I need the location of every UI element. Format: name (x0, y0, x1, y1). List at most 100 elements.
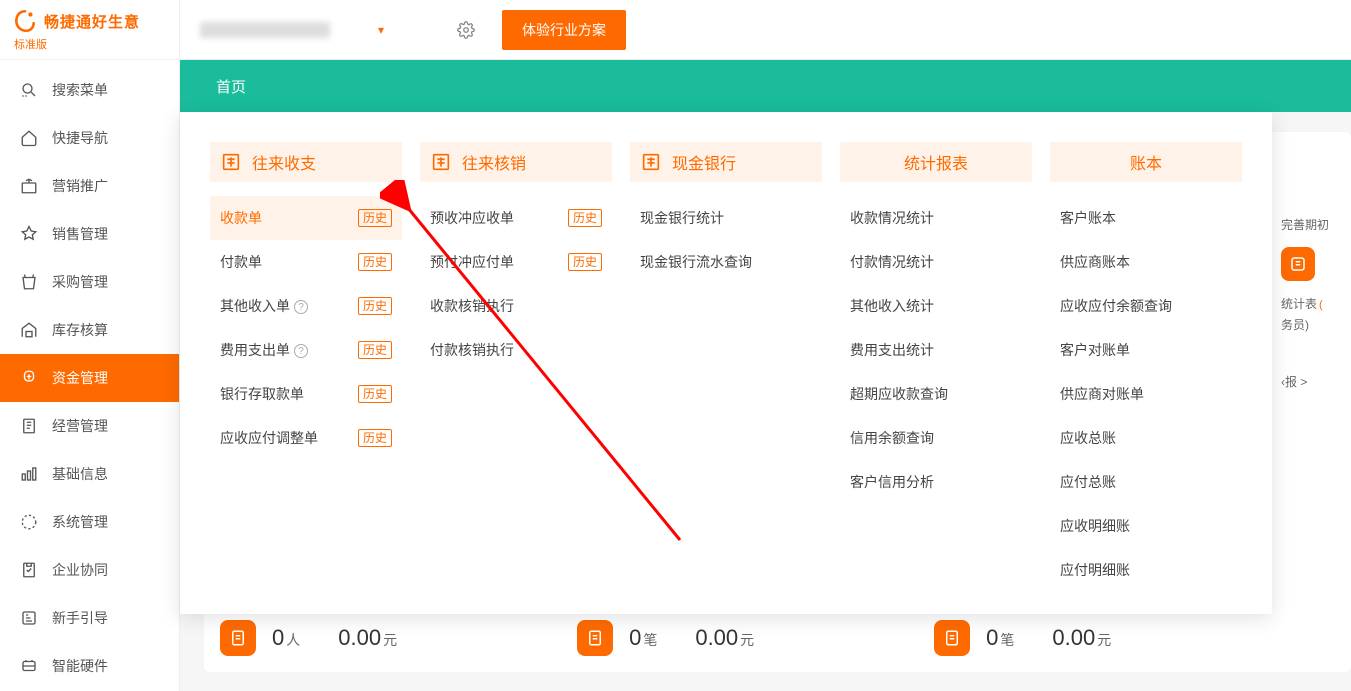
mega-item-4-3[interactable]: 客户对账单 (1050, 328, 1242, 372)
history-tag[interactable]: 历史 (568, 209, 602, 227)
help-icon[interactable]: ? (294, 344, 308, 358)
mega-item-4-7[interactable]: 应收明细账 (1050, 504, 1242, 548)
column-title: 账本 (1130, 150, 1162, 174)
mega-item-label: 应收应付余额查询 (1060, 296, 1172, 316)
mega-item-label: 收款单 (220, 208, 262, 228)
mega-item-4-5[interactable]: 应收总账 (1050, 416, 1242, 460)
right-widget-row3[interactable]: ‹报 > (1281, 373, 1341, 390)
sidebar-item-label: 智能硬件 (52, 656, 108, 676)
sidebar-item-4[interactable]: 采购管理 (0, 258, 179, 306)
mega-item-2-1[interactable]: 现金银行流水查询 (630, 240, 822, 284)
history-tag[interactable]: 历史 (358, 297, 392, 315)
mega-item-4-0[interactable]: 客户账本 (1050, 196, 1242, 240)
history-tag[interactable]: 历史 (358, 209, 392, 227)
mega-item-label: 应付明细账 (1060, 560, 1130, 580)
mega-item-4-6[interactable]: 应付总账 (1050, 460, 1242, 504)
sidebar-item-10[interactable]: 企业协同 (0, 546, 179, 594)
shop-selector[interactable]: ▾ (200, 22, 440, 38)
mega-column-header: 往来核销 (420, 142, 612, 182)
sidebar-item-6[interactable]: 资金管理 (0, 354, 179, 402)
tab-home[interactable]: 首页 (200, 62, 262, 111)
kpi-0: 0人0.00元 (220, 620, 397, 656)
column-header-icon (430, 151, 452, 173)
sidebar-item-5[interactable]: 库存核算 (0, 306, 179, 354)
mega-item-0-4[interactable]: 银行存取款单历史 (210, 372, 402, 416)
column-title: 往来核销 (462, 150, 526, 174)
mega-item-0-1[interactable]: 付款单历史 (210, 240, 402, 284)
sidebar-item-11[interactable]: 新手引导 (0, 594, 179, 642)
sidebar-item-icon (20, 513, 38, 531)
sidebar-item-3[interactable]: 销售管理 (0, 210, 179, 258)
sidebar-item-0[interactable]: 搜索菜单 (0, 66, 179, 114)
sidebar-item-icon (20, 369, 38, 387)
kpi-count: 0 (629, 625, 641, 650)
mega-item-3-5[interactable]: 信用余额查询 (840, 416, 1032, 460)
mega-item-1-2[interactable]: 收款核销执行 (420, 284, 612, 328)
mega-item-0-2[interactable]: 其他收入单?历史 (210, 284, 402, 328)
history-tag[interactable]: 历史 (358, 385, 392, 403)
mega-item-label: 应付总账 (1060, 472, 1116, 492)
history-tag[interactable]: 历史 (358, 341, 392, 359)
mega-item-0-0[interactable]: 收款单 历史 (210, 196, 402, 240)
mega-item-label: 收款情况统计 (850, 208, 934, 228)
mega-item-0-5[interactable]: 应收应付调整单 历史 (210, 416, 402, 460)
mega-item-3-4[interactable]: 超期应收款查询 (840, 372, 1032, 416)
right-widget-row1[interactable]: 完善期初 (1281, 216, 1341, 233)
mega-item-0-3[interactable]: 费用支出单? 历史 (210, 328, 402, 372)
mega-item-label: 应收应付调整单 (220, 428, 318, 448)
sidebar-item-1[interactable]: 快捷导航 (0, 114, 179, 162)
header: ▾ 体验行业方案 (180, 0, 1351, 60)
right-widgets: 完善期初 统计表( 务员) ‹报 > (1281, 202, 1341, 404)
settings-button[interactable] (452, 16, 480, 44)
sidebar-item-icon (20, 561, 38, 579)
mega-item-3-1[interactable]: 付款情况统计 (840, 240, 1032, 284)
sidebar-item-label: 资金管理 (52, 368, 108, 388)
column-header-icon (220, 151, 242, 173)
mega-item-2-0[interactable]: 现金银行统计 (630, 196, 822, 240)
kpi-value: 0.00 (695, 625, 738, 650)
mega-item-label: 费用支出单? (220, 340, 308, 360)
mega-item-4-1[interactable]: 供应商账本 (1050, 240, 1242, 284)
help-icon[interactable]: ? (294, 300, 308, 314)
industry-plan-button[interactable]: 体验行业方案 (502, 10, 626, 50)
mega-item-label: 客户对账单 (1060, 340, 1130, 360)
kpi-unit2: 元 (383, 632, 397, 648)
sidebar-item-7[interactable]: 经营管理 (0, 402, 179, 450)
mega-item-label: 付款情况统计 (850, 252, 934, 272)
mega-item-4-4[interactable]: 供应商对账单 (1050, 372, 1242, 416)
sidebar-item-icon (20, 609, 38, 627)
mega-item-1-0[interactable]: 预收冲应收单历史 (420, 196, 612, 240)
mega-column-2: 现金银行现金银行统计现金银行流水查询 (630, 142, 822, 594)
right-widget-icon[interactable] (1281, 247, 1315, 281)
mega-item-1-1[interactable]: 预付冲应付单历史 (420, 240, 612, 284)
sidebar-item-2[interactable]: 营销推广 (0, 162, 179, 210)
sidebar: 畅捷通好生意 标准版 搜索菜单快捷导航营销推广销售管理采购管理库存核算资金管理经… (0, 0, 180, 691)
column-title: 现金银行 (672, 150, 736, 174)
brand-logo-icon (12, 8, 38, 34)
history-tag[interactable]: 历史 (358, 253, 392, 271)
sidebar-item-label: 销售管理 (52, 224, 108, 244)
right-widget-row2a[interactable]: 统计表( (1281, 295, 1341, 312)
sidebar-item-label: 系统管理 (52, 512, 108, 532)
mega-item-label: 应收总账 (1060, 428, 1116, 448)
tab-bar: 首页 (180, 60, 1351, 112)
kpi-1: 0笔0.00元 (577, 620, 754, 656)
history-tag[interactable]: 历史 (358, 429, 392, 447)
mega-item-4-8[interactable]: 应付明细账 (1050, 548, 1242, 592)
mega-item-label: 付款核销执行 (430, 340, 514, 360)
mega-column-header: 统计报表 (840, 142, 1032, 182)
mega-item-1-3[interactable]: 付款核销执行 (420, 328, 612, 372)
mega-item-3-3[interactable]: 费用支出统计 (840, 328, 1032, 372)
logo-block: 畅捷通好生意 标准版 (0, 0, 179, 60)
sidebar-item-label: 快捷导航 (52, 128, 108, 148)
mega-item-4-2[interactable]: 应收应付余额查询 (1050, 284, 1242, 328)
sidebar-item-9[interactable]: 系统管理 (0, 498, 179, 546)
mega-item-3-0[interactable]: 收款情况统计 (840, 196, 1032, 240)
mega-item-3-6[interactable]: 客户信用分析 (840, 460, 1032, 504)
sidebar-item-icon (20, 225, 38, 243)
sidebar-item-8[interactable]: 基础信息 (0, 450, 179, 498)
mega-item-label: 费用支出统计 (850, 340, 934, 360)
history-tag[interactable]: 历史 (568, 253, 602, 271)
sidebar-item-12[interactable]: 智能硬件 (0, 642, 179, 690)
mega-item-3-2[interactable]: 其他收入统计 (840, 284, 1032, 328)
